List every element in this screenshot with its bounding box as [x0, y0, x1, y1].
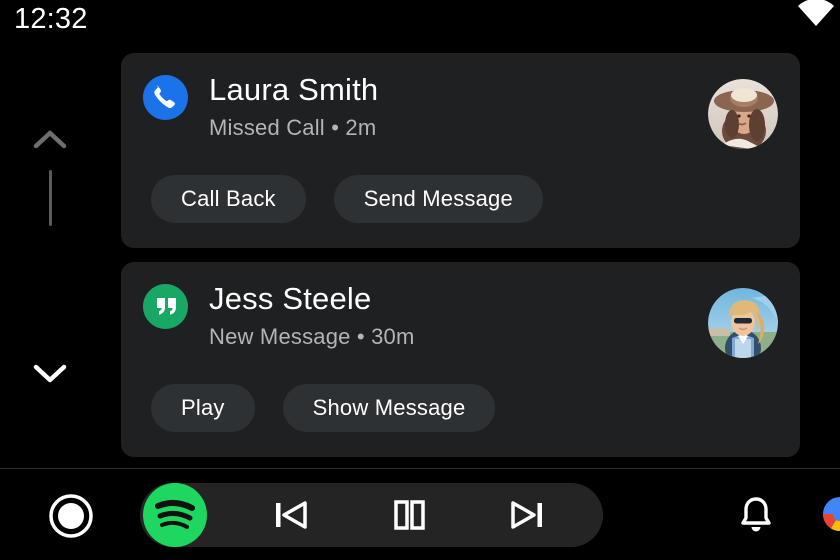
skip-next-icon[interactable]: [503, 491, 551, 539]
google-assistant-icon[interactable]: [818, 489, 840, 539]
avatar: [708, 79, 778, 149]
notification-title: Jess Steele: [209, 281, 372, 316]
notification-card[interactable]: Jess Steele New Message • 30m Play Show …: [121, 262, 800, 457]
home-circle-icon[interactable]: [48, 493, 94, 539]
notification-title: Laura Smith: [209, 72, 379, 107]
send-message-button[interactable]: Send Message: [333, 175, 543, 223]
pause-icon[interactable]: [385, 491, 433, 539]
notification-subtitle: New Message • 30m: [209, 324, 415, 349]
notification-subtitle: Missed Call • 2m: [209, 115, 377, 140]
wifi-icon: [796, 0, 836, 30]
phone-icon: [143, 75, 188, 120]
show-message-button[interactable]: Show Message: [282, 384, 496, 432]
bottom-bar: [0, 469, 840, 560]
car-notification-screen: 12:32 Laura Smith Missed Call • 2m Call …: [0, 0, 840, 560]
scrollbar-thumb[interactable]: [49, 170, 52, 226]
call-back-button[interactable]: Call Back: [151, 175, 306, 223]
scroll-rail: [28, 126, 72, 386]
bell-icon[interactable]: [733, 491, 779, 539]
notification-card[interactable]: Laura Smith Missed Call • 2m Call Back S…: [121, 53, 800, 248]
skip-previous-icon[interactable]: [267, 491, 315, 539]
clock: 12:32: [14, 3, 88, 35]
chevron-up-icon[interactable]: [28, 126, 72, 152]
notification-actions: Play Show Message: [151, 384, 496, 432]
notification-actions: Call Back Send Message: [151, 175, 543, 223]
chevron-down-icon[interactable]: [28, 360, 72, 386]
status-bar: 12:32: [0, 0, 840, 48]
spotify-icon[interactable]: [140, 480, 210, 550]
avatar: [708, 288, 778, 358]
message-quote-icon: [143, 284, 188, 329]
play-button[interactable]: Play: [151, 384, 255, 432]
